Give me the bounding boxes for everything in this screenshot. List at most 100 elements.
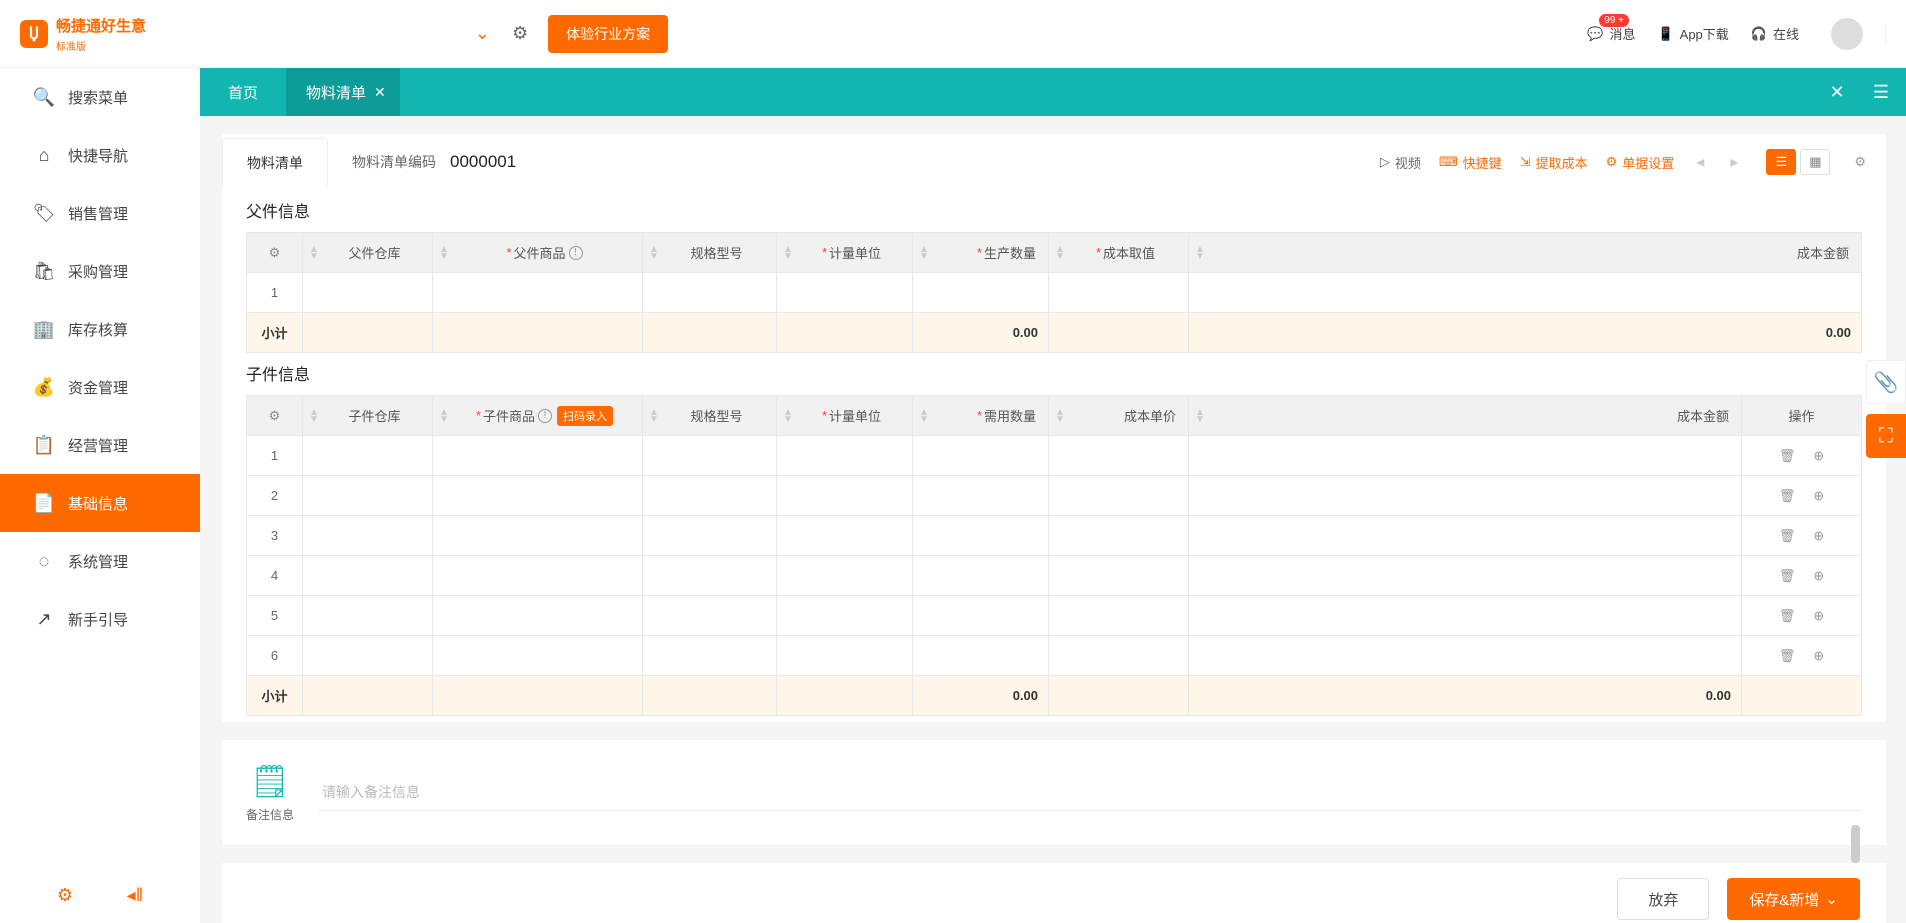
cell-unit[interactable]	[777, 436, 913, 476]
cell-goods[interactable]	[433, 516, 643, 556]
scrollbar-thumb[interactable]	[1851, 825, 1860, 863]
cell-unit-cost[interactable]	[1049, 436, 1189, 476]
app-download-link[interactable]: 📱 App下载	[1657, 24, 1728, 43]
cell-qty[interactable]	[913, 596, 1049, 636]
table-row[interactable]: 6🗑⊕	[247, 636, 1862, 676]
cell-goods[interactable]	[433, 596, 643, 636]
add-row-icon[interactable]: ⊕	[1813, 568, 1824, 584]
cell-cost-amount[interactable]	[1189, 516, 1742, 556]
cell-spec[interactable]	[643, 516, 777, 556]
table-row[interactable]: 5🗑⊕	[247, 596, 1862, 636]
th-gear[interactable]: ⚙	[247, 233, 303, 273]
cell-qty[interactable]	[913, 273, 1049, 313]
user-avatar[interactable]	[1831, 18, 1863, 50]
th-child-cost-amount[interactable]: 成本金额	[1189, 396, 1742, 436]
th-gear[interactable]: ⚙	[247, 396, 303, 436]
cell-qty[interactable]	[913, 476, 1049, 516]
cell-goods[interactable]	[433, 436, 643, 476]
cell-goods[interactable]	[433, 273, 643, 313]
sidebar-item-purchase[interactable]: 🛍采购管理	[0, 242, 200, 300]
cell-warehouse[interactable]	[303, 273, 433, 313]
notes-input[interactable]	[318, 774, 1862, 811]
extract-cost-action[interactable]: ⇲提取成本	[1520, 153, 1588, 172]
attachment-button[interactable]: 📎	[1866, 360, 1906, 404]
th-child-goods[interactable]: *子件商品!扫码录入	[433, 396, 643, 436]
cell-cost-amount[interactable]	[1189, 636, 1742, 676]
panel-gear-icon[interactable]: ⚙	[1854, 154, 1866, 170]
sidebar-item-sales[interactable]: 🏷销售管理	[0, 184, 200, 242]
sidebar-settings-icon[interactable]: ⚙	[57, 885, 73, 906]
card-view-btn[interactable]: ▦	[1800, 149, 1830, 175]
cell-goods[interactable]	[433, 636, 643, 676]
add-row-icon[interactable]: ⊕	[1813, 528, 1824, 544]
th-parent-cost-method[interactable]: *成本取值	[1049, 233, 1189, 273]
delete-row-icon[interactable]: 🗑	[1779, 648, 1796, 664]
doc-settings-action[interactable]: ⚙单据设置	[1606, 153, 1675, 172]
doc-tab[interactable]: 物料清单	[222, 138, 328, 187]
next-doc-icon[interactable]: ▸	[1726, 152, 1742, 172]
sidebar-item-inventory[interactable]: 🏢库存核算	[0, 300, 200, 358]
expand-button[interactable]: ⛶	[1866, 414, 1906, 458]
sidebar-item-quicknav[interactable]: ⌂快捷导航	[0, 126, 200, 184]
messages-link[interactable]: 💬 消息 99 +	[1587, 24, 1635, 43]
video-action[interactable]: ▷视频	[1380, 153, 1421, 172]
table-row[interactable]: 4🗑⊕	[247, 556, 1862, 596]
cell-goods[interactable]	[433, 476, 643, 516]
tabs-menu-icon[interactable]: ☰	[1864, 68, 1898, 116]
table-row[interactable]: 2🗑⊕	[247, 476, 1862, 516]
cell-cost-amount[interactable]	[1189, 476, 1742, 516]
th-parent-goods[interactable]: *父件商品!	[433, 233, 643, 273]
cell-cost-amount[interactable]	[1189, 436, 1742, 476]
delete-row-icon[interactable]: 🗑	[1779, 448, 1796, 464]
th-child-unit[interactable]: *计量单位	[777, 396, 913, 436]
cell-spec[interactable]	[643, 636, 777, 676]
discard-button[interactable]: 放弃	[1617, 878, 1709, 920]
th-parent-qty[interactable]: *生产数量	[913, 233, 1049, 273]
cell-spec[interactable]	[643, 556, 777, 596]
cell-spec[interactable]	[643, 596, 777, 636]
th-parent-unit[interactable]: *计量单位	[777, 233, 913, 273]
sidebar-item-guide[interactable]: ↗新手引导	[0, 590, 200, 648]
table-row[interactable]: 1🗑⊕	[247, 436, 1862, 476]
cell-unit-cost[interactable]	[1049, 516, 1189, 556]
cell-unit[interactable]	[777, 596, 913, 636]
cell-unit[interactable]	[777, 556, 913, 596]
cell-warehouse[interactable]	[303, 636, 433, 676]
cell-warehouse[interactable]	[303, 596, 433, 636]
save-new-button[interactable]: 保存&新增 ⌄	[1727, 878, 1860, 920]
cell-cost-amount[interactable]	[1189, 556, 1742, 596]
cell-warehouse[interactable]	[303, 556, 433, 596]
delete-row-icon[interactable]: 🗑	[1779, 608, 1796, 624]
delete-row-icon[interactable]: 🗑	[1779, 528, 1796, 544]
th-parent-spec[interactable]: 规格型号	[643, 233, 777, 273]
cell-warehouse[interactable]	[303, 476, 433, 516]
tabs-close-all-icon[interactable]: ✕	[1820, 68, 1854, 116]
add-row-icon[interactable]: ⊕	[1813, 648, 1824, 664]
cell-spec[interactable]	[643, 476, 777, 516]
shortcut-action[interactable]: ⌨快捷键	[1439, 153, 1502, 172]
add-row-icon[interactable]: ⊕	[1813, 448, 1824, 464]
cell-unit-cost[interactable]	[1049, 636, 1189, 676]
th-child-spec[interactable]: 规格型号	[643, 396, 777, 436]
prev-doc-icon[interactable]: ◂	[1692, 152, 1708, 172]
add-row-icon[interactable]: ⊕	[1813, 608, 1824, 624]
cell-unit[interactable]	[777, 273, 913, 313]
cell-qty[interactable]	[913, 516, 1049, 556]
table-row[interactable]: 3🗑⊕	[247, 516, 1862, 556]
delete-row-icon[interactable]: 🗑	[1779, 488, 1796, 504]
cell-unit-cost[interactable]	[1049, 476, 1189, 516]
settings-gear-icon[interactable]: ⚙	[512, 23, 528, 44]
cell-spec[interactable]	[643, 436, 777, 476]
scan-tag[interactable]: 扫码录入	[557, 406, 613, 426]
cell-warehouse[interactable]	[303, 516, 433, 556]
delete-row-icon[interactable]: 🗑	[1779, 568, 1796, 584]
list-view-btn[interactable]: ☰	[1766, 149, 1796, 175]
cell-unit[interactable]	[777, 516, 913, 556]
th-child-qty[interactable]: *需用数量	[913, 396, 1049, 436]
sidebar-item-system[interactable]: ◌系统管理	[0, 532, 200, 590]
cell-qty[interactable]	[913, 556, 1049, 596]
cell-unit-cost[interactable]	[1049, 596, 1189, 636]
sidebar-collapse-icon[interactable]: ◂ǁ	[127, 885, 143, 906]
cell-warehouse[interactable]	[303, 436, 433, 476]
th-parent-cost-amount[interactable]: 成本金额	[1189, 233, 1862, 273]
